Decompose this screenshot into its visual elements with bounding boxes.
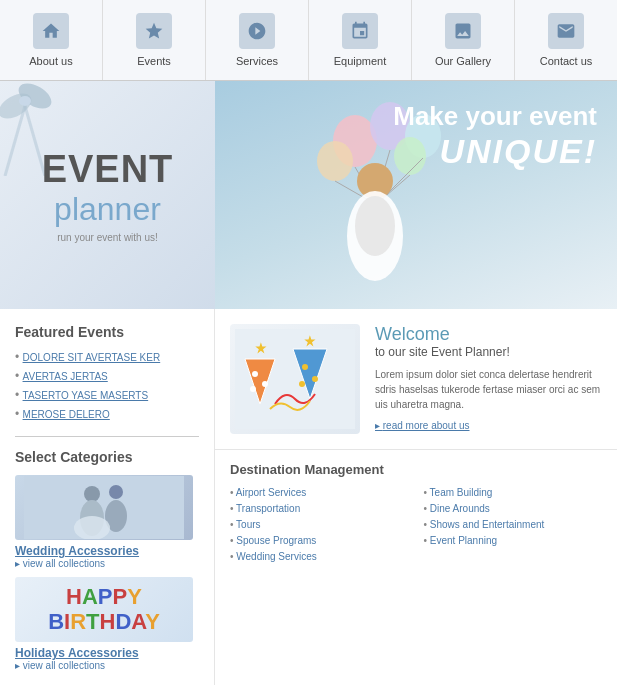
dest-link-dine[interactable]: Dine Arounds (424, 503, 603, 514)
nav-events[interactable]: Events (103, 0, 206, 80)
nav-about[interactable]: About us (0, 0, 103, 80)
featured-title: Featured Events (15, 324, 199, 340)
dest-link-airport[interactable]: Airport Services (230, 487, 409, 498)
main-nav: About us Events Services Equipment Our G… (0, 0, 617, 81)
welcome-subheading: to our site Event Planner! (375, 345, 602, 359)
svg-point-21 (109, 485, 123, 499)
featured-link-3[interactable]: TASERTO YASE MASERTS (23, 390, 149, 401)
welcome-heading: Welcome (375, 324, 602, 345)
hero-make: Make your event (393, 101, 597, 132)
nav-gallery-label: Our Gallery (435, 55, 491, 67)
right-column: Welcome to our site Event Planner! Lorem… (215, 309, 617, 685)
hero-unique: UNIQUE! (393, 132, 597, 171)
nav-contact[interactable]: Contact us (515, 0, 617, 80)
dest-link-team[interactable]: Team Building (424, 487, 603, 498)
svg-point-29 (250, 386, 256, 392)
dest-link-event-planning[interactable]: Event Planning (424, 535, 603, 546)
dest-link-tours[interactable]: Tours (230, 519, 409, 530)
featured-link-4[interactable]: MEROSE DELERO (23, 409, 110, 420)
hero-section: EVENT planner run your event with us! M (0, 81, 617, 309)
hero-text: Make your event UNIQUE! (393, 101, 597, 171)
nav-gallery[interactable]: Our Gallery (412, 0, 515, 80)
services-icon (239, 13, 275, 49)
destination-links: Airport Services Transportation Tours Sp… (230, 487, 602, 567)
nav-services-label: Services (236, 55, 278, 67)
wedding-image (24, 476, 184, 539)
hero-brand: EVENT planner run your event with us! (42, 148, 174, 243)
holidays-name[interactable]: Holidays Accessories (15, 646, 199, 660)
svg-point-8 (317, 141, 353, 181)
svg-point-2 (19, 96, 31, 106)
party-image (230, 324, 360, 434)
svg-point-33 (312, 376, 318, 382)
featured-link-2[interactable]: AVERTAS JERTAS (23, 371, 108, 382)
welcome-lorem: Lorem ipsum dolor siet conca delertase h… (375, 367, 602, 412)
left-column: Featured Events DOLORE SIT AVERTASE KER … (0, 309, 215, 685)
category-wedding: Wedding Accessories view all collections (15, 475, 199, 569)
contact-icon (548, 13, 584, 49)
dest-link-shows[interactable]: Shows and Entertainment (424, 519, 603, 530)
svg-point-34 (299, 381, 305, 387)
home-icon (33, 13, 69, 49)
star-icon (136, 13, 172, 49)
wedding-thumbnail (15, 475, 193, 540)
svg-point-19 (84, 486, 100, 502)
destination-title: Destination Management (230, 462, 602, 477)
nav-about-label: About us (29, 55, 72, 67)
brand-event: EVENT (42, 148, 174, 191)
hero-left: EVENT planner run your event with us! (0, 81, 215, 309)
categories-list: Wedding Accessories view all collections… (15, 475, 199, 671)
list-item: DOLORE SIT AVERTASE KER (15, 350, 199, 364)
dest-link-spouse[interactable]: Spouse Programs (230, 535, 409, 546)
party-hats-svg (235, 329, 355, 429)
main-content: Featured Events DOLORE SIT AVERTASE KER … (0, 309, 617, 685)
dest-link-transport[interactable]: Transportation (230, 503, 409, 514)
nav-services[interactable]: Services (206, 0, 309, 80)
categories-title: Select Categories (15, 449, 199, 465)
wedding-name[interactable]: Wedding Accessories (15, 544, 199, 558)
destination-section: Destination Management Airport Services … (215, 450, 617, 579)
list-item: AVERTAS JERTAS (15, 369, 199, 383)
list-item: MEROSE DELERO (15, 407, 199, 421)
gallery-icon (445, 13, 481, 49)
svg-point-28 (262, 381, 268, 387)
divider (15, 436, 199, 437)
destination-col2: Team Building Dine Arounds Shows and Ent… (424, 487, 603, 567)
birthday-thumbnail: HAPPY BIRTHDAY (15, 577, 193, 642)
nav-contact-label: Contact us (540, 55, 593, 67)
list-item: TASERTO YASE MASERTS (15, 388, 199, 402)
svg-point-32 (302, 364, 308, 370)
dest-link-wedding[interactable]: Wedding Services (230, 551, 409, 562)
brand-planner: planner (42, 191, 174, 228)
welcome-section: Welcome to our site Event Planner! Lorem… (215, 309, 617, 450)
nav-equipment-label: Equipment (334, 55, 387, 67)
equipment-icon (342, 13, 378, 49)
nav-events-label: Events (137, 55, 171, 67)
brand-tagline: run your event with us! (42, 232, 174, 243)
category-holidays: HAPPY BIRTHDAY Holidays Accessories view… (15, 577, 199, 671)
wedding-view-all[interactable]: view all collections (15, 558, 199, 569)
hero-right: Make your event UNIQUE! (215, 81, 617, 309)
read-more-link[interactable]: read more about us (375, 420, 470, 431)
svg-point-17 (355, 196, 395, 256)
featured-list: DOLORE SIT AVERTASE KER AVERTAS JERTAS T… (15, 350, 199, 421)
nav-equipment[interactable]: Equipment (309, 0, 412, 80)
featured-link-1[interactable]: DOLORE SIT AVERTASE KER (23, 352, 161, 363)
svg-point-23 (74, 516, 110, 539)
holidays-view-all[interactable]: view all collections (15, 660, 199, 671)
destination-col1: Airport Services Transportation Tours Sp… (230, 487, 409, 567)
welcome-text: Welcome to our site Event Planner! Lorem… (375, 324, 602, 434)
svg-point-27 (252, 371, 258, 377)
birthday-image: HAPPY BIRTHDAY (48, 585, 160, 633)
